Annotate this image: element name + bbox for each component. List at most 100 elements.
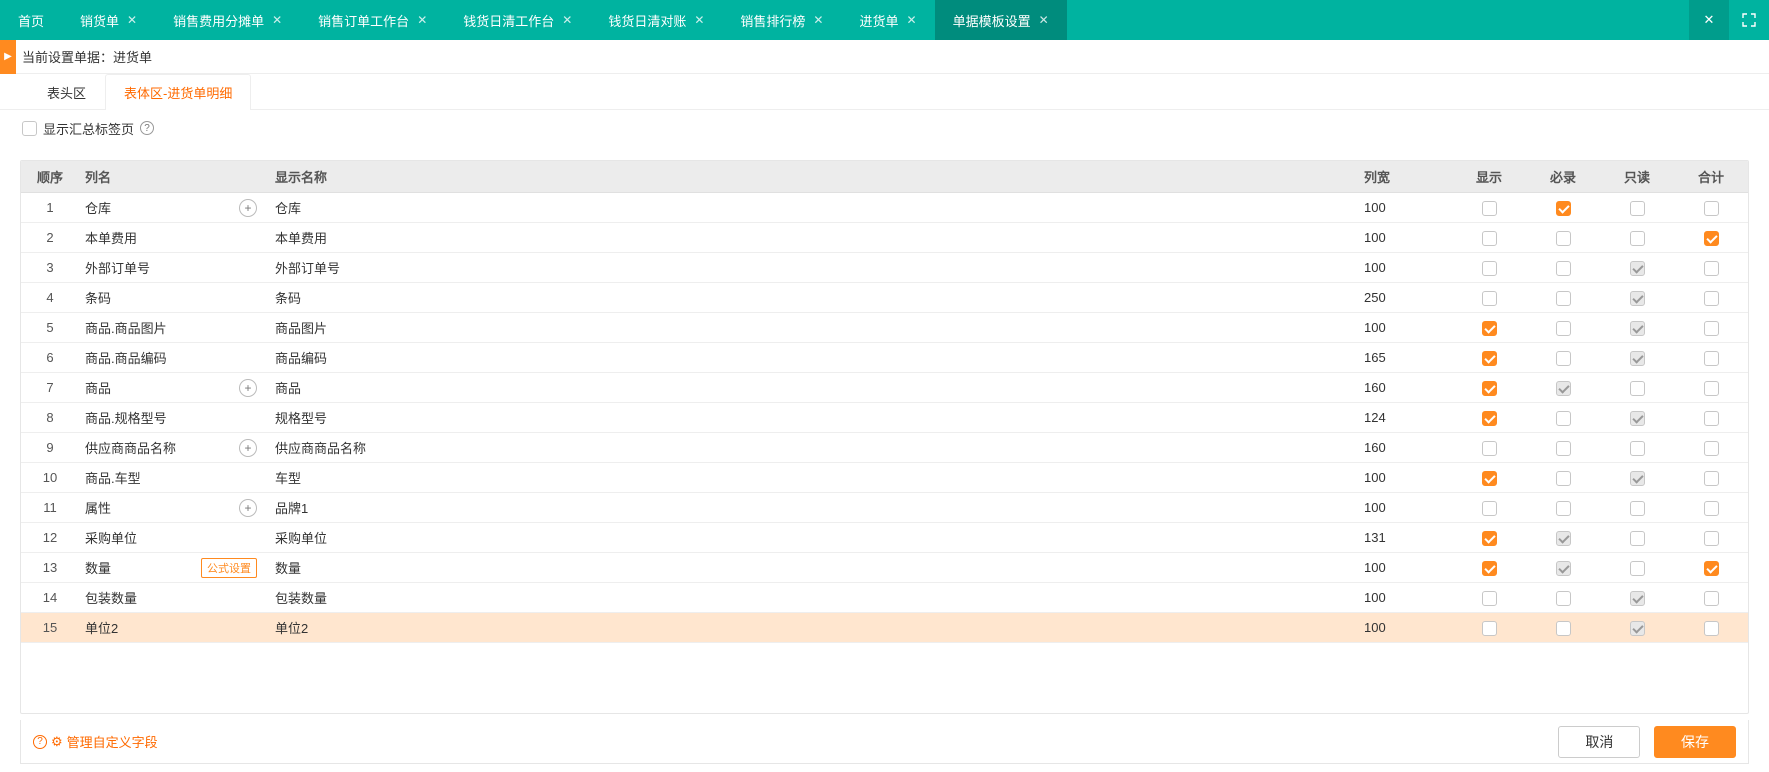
fullscreen-icon[interactable] <box>1729 0 1769 40</box>
table-row[interactable]: 11属性+品牌1100 <box>21 493 1748 523</box>
table-row[interactable]: 10商品.车型车型100 <box>21 463 1748 493</box>
total-checkbox[interactable] <box>1704 501 1719 516</box>
close-icon[interactable]: ✕ <box>907 13 917 27</box>
cell-width[interactable]: 100 <box>1356 500 1452 515</box>
close-all-icon[interactable]: ✕ <box>1689 0 1729 40</box>
cell-width[interactable]: 165 <box>1356 350 1452 365</box>
table-row[interactable]: 14包装数量包装数量100 <box>21 583 1748 613</box>
cell-width[interactable]: 100 <box>1356 260 1452 275</box>
total-checkbox[interactable] <box>1704 261 1719 276</box>
cell-display-name[interactable]: 数量 <box>267 558 1356 577</box>
show-checkbox[interactable] <box>1482 591 1497 606</box>
show-checkbox[interactable] <box>1482 411 1497 426</box>
readonly-checkbox[interactable] <box>1630 381 1645 396</box>
add-icon[interactable]: + <box>239 499 257 517</box>
required-checkbox[interactable] <box>1556 621 1571 636</box>
table-body[interactable]: 1仓库+仓库1002本单费用本单费用1003外部订单号外部订单号1004条码条码… <box>21 193 1748 713</box>
top-tab[interactable]: 单据模板设置✕ <box>935 0 1067 40</box>
total-checkbox[interactable] <box>1704 561 1719 576</box>
top-tab[interactable]: 钱货日清工作台✕ <box>445 0 590 40</box>
readonly-checkbox[interactable] <box>1630 201 1645 216</box>
required-checkbox[interactable] <box>1556 411 1571 426</box>
top-tab[interactable]: 销售费用分摊单✕ <box>155 0 300 40</box>
formula-button[interactable]: 公式设置 <box>201 558 257 578</box>
top-tab[interactable]: 销售排行榜✕ <box>722 0 841 40</box>
total-checkbox[interactable] <box>1704 351 1719 366</box>
total-checkbox[interactable] <box>1704 321 1719 336</box>
cell-display-name[interactable]: 商品图片 <box>267 318 1356 337</box>
cell-display-name[interactable]: 商品 <box>267 378 1356 397</box>
total-checkbox[interactable] <box>1704 621 1719 636</box>
cell-display-name[interactable]: 规格型号 <box>267 408 1356 427</box>
show-checkbox[interactable] <box>1482 351 1497 366</box>
cell-width[interactable]: 124 <box>1356 410 1452 425</box>
cell-width[interactable]: 160 <box>1356 380 1452 395</box>
cell-display-name[interactable]: 本单费用 <box>267 228 1356 247</box>
sub-tab[interactable]: 表头区 <box>28 74 105 110</box>
top-tab[interactable]: 进货单✕ <box>841 0 934 40</box>
show-checkbox[interactable] <box>1482 201 1497 216</box>
save-button[interactable]: 保存 <box>1654 726 1736 758</box>
readonly-checkbox[interactable] <box>1630 561 1645 576</box>
cell-display-name[interactable]: 品牌1 <box>267 498 1356 517</box>
close-icon[interactable]: ✕ <box>694 13 704 27</box>
manage-custom-fields-link[interactable]: ? ⚙ 管理自定义字段 <box>33 732 158 751</box>
table-row[interactable]: 5商品.商品图片商品图片100 <box>21 313 1748 343</box>
cell-width[interactable]: 131 <box>1356 530 1452 545</box>
required-checkbox[interactable] <box>1556 261 1571 276</box>
total-checkbox[interactable] <box>1704 201 1719 216</box>
required-checkbox[interactable] <box>1556 231 1571 246</box>
cell-display-name[interactable]: 包装数量 <box>267 588 1356 607</box>
help-icon[interactable]: ? <box>140 121 154 135</box>
show-checkbox[interactable] <box>1482 531 1497 546</box>
show-checkbox[interactable] <box>1482 621 1497 636</box>
cell-display-name[interactable]: 商品编码 <box>267 348 1356 367</box>
expand-chevron-icon[interactable]: ▶ <box>0 40 16 74</box>
show-checkbox[interactable] <box>1482 471 1497 486</box>
table-row[interactable]: 8商品.规格型号规格型号124 <box>21 403 1748 433</box>
total-checkbox[interactable] <box>1704 411 1719 426</box>
sub-tab[interactable]: 表体区-进货单明细 <box>105 74 251 110</box>
cell-display-name[interactable]: 车型 <box>267 468 1356 487</box>
cell-width[interactable]: 100 <box>1356 470 1452 485</box>
cell-width[interactable]: 160 <box>1356 440 1452 455</box>
table-row[interactable]: 7商品+商品160 <box>21 373 1748 403</box>
add-icon[interactable]: + <box>239 439 257 457</box>
total-checkbox[interactable] <box>1704 291 1719 306</box>
required-checkbox[interactable] <box>1556 441 1571 456</box>
cell-width[interactable]: 100 <box>1356 200 1452 215</box>
close-icon[interactable]: ✕ <box>813 13 823 27</box>
total-checkbox[interactable] <box>1704 471 1719 486</box>
readonly-checkbox[interactable] <box>1630 231 1645 246</box>
table-row[interactable]: 15单位2单位2100 <box>21 613 1748 643</box>
table-row[interactable]: 4条码条码250 <box>21 283 1748 313</box>
show-summary-checkbox[interactable] <box>22 121 37 136</box>
readonly-checkbox[interactable] <box>1630 501 1645 516</box>
table-row[interactable]: 12采购单位采购单位131 <box>21 523 1748 553</box>
cell-width[interactable]: 250 <box>1356 290 1452 305</box>
total-checkbox[interactable] <box>1704 591 1719 606</box>
required-checkbox[interactable] <box>1556 471 1571 486</box>
cancel-button[interactable]: 取消 <box>1558 726 1640 758</box>
cell-width[interactable]: 100 <box>1356 590 1452 605</box>
top-tab[interactable]: 首页 <box>0 0 62 40</box>
cell-width[interactable]: 100 <box>1356 320 1452 335</box>
close-icon[interactable]: ✕ <box>1039 13 1049 27</box>
show-checkbox[interactable] <box>1482 261 1497 276</box>
show-checkbox[interactable] <box>1482 291 1497 306</box>
total-checkbox[interactable] <box>1704 381 1719 396</box>
close-icon[interactable]: ✕ <box>127 13 137 27</box>
cell-display-name[interactable]: 供应商商品名称 <box>267 438 1356 457</box>
table-row[interactable]: 13数量公式设置数量100 <box>21 553 1748 583</box>
show-checkbox[interactable] <box>1482 561 1497 576</box>
table-row[interactable]: 9供应商商品名称+供应商商品名称160 <box>21 433 1748 463</box>
show-checkbox[interactable] <box>1482 321 1497 336</box>
cell-display-name[interactable]: 条码 <box>267 288 1356 307</box>
required-checkbox[interactable] <box>1556 201 1571 216</box>
table-row[interactable]: 2本单费用本单费用100 <box>21 223 1748 253</box>
total-checkbox[interactable] <box>1704 231 1719 246</box>
close-icon[interactable]: ✕ <box>417 13 427 27</box>
table-row[interactable]: 3外部订单号外部订单号100 <box>21 253 1748 283</box>
show-checkbox[interactable] <box>1482 381 1497 396</box>
required-checkbox[interactable] <box>1556 591 1571 606</box>
